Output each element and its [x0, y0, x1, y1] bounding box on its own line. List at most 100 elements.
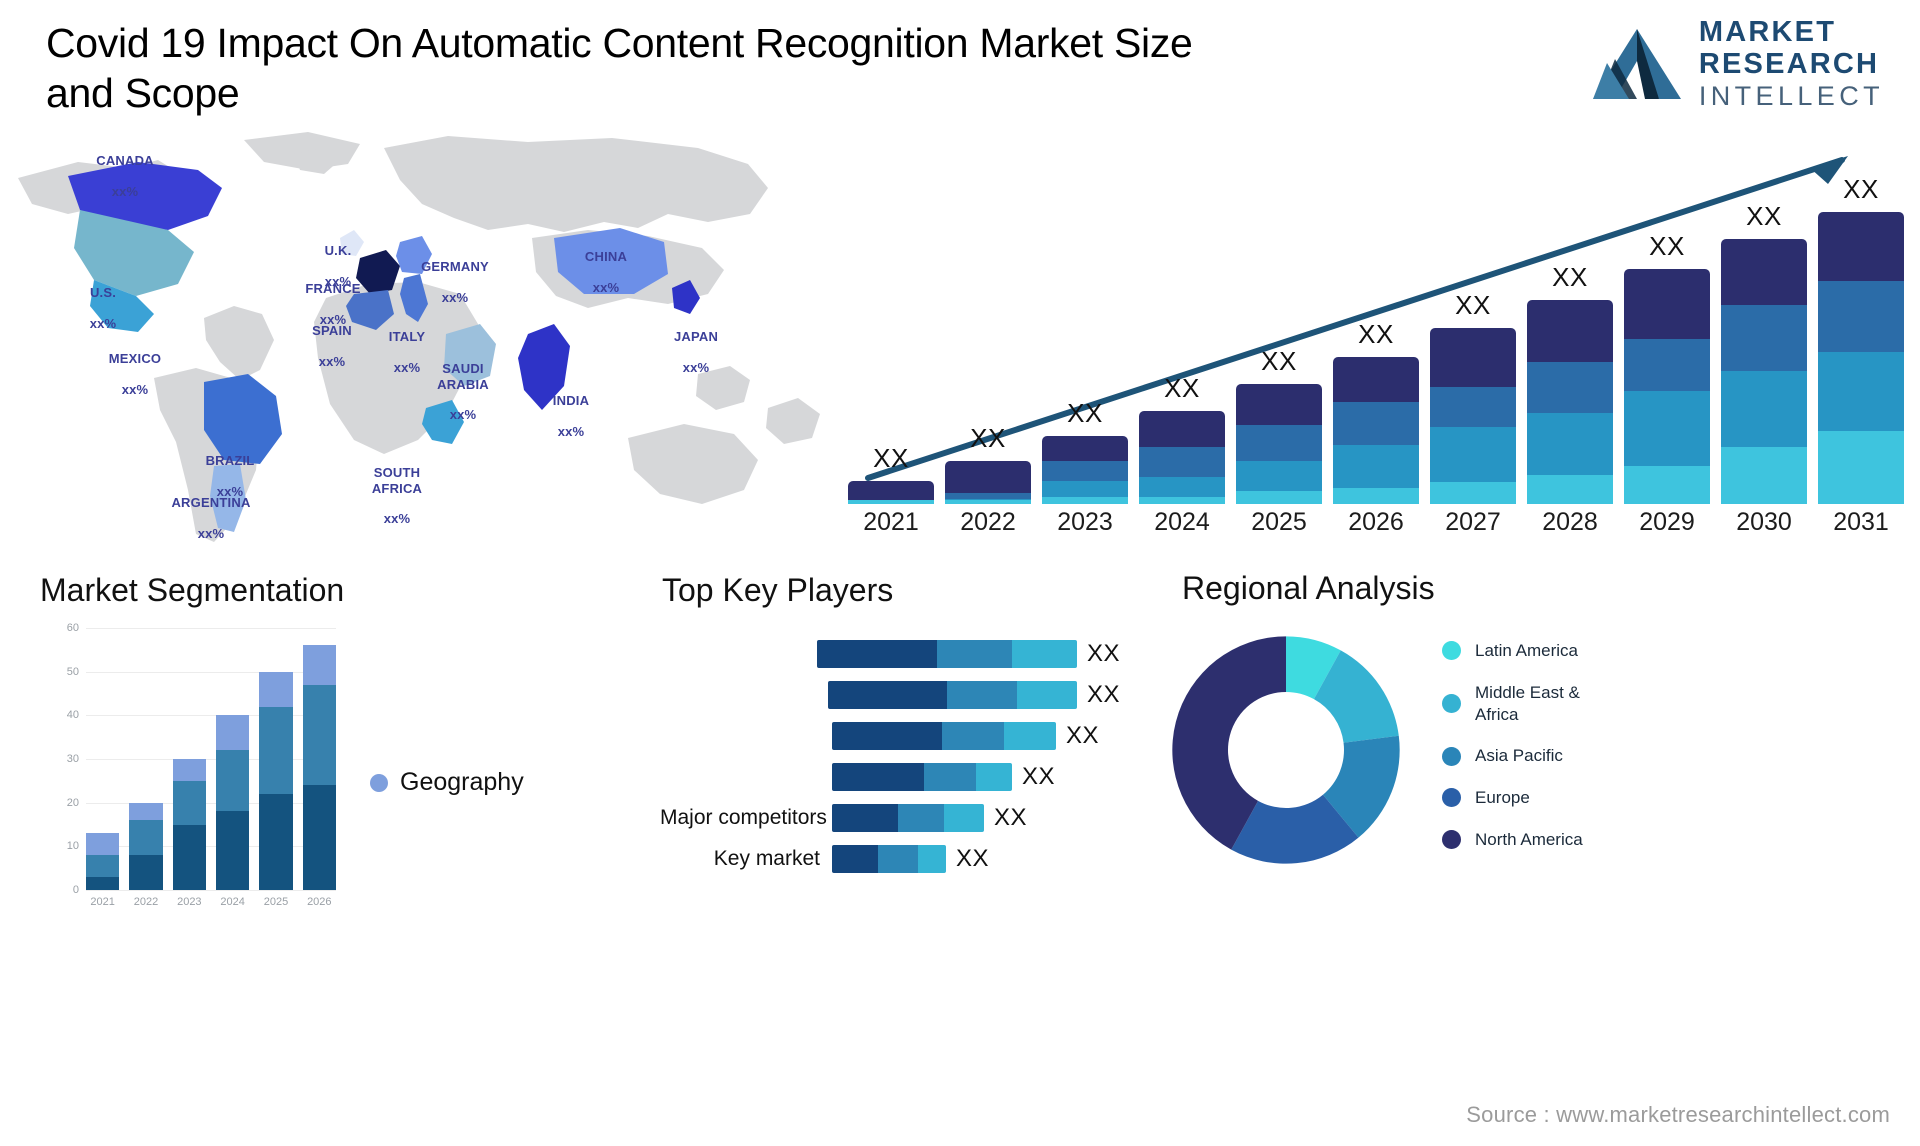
regional-legend-item: Asia Pacific — [1442, 745, 1742, 767]
key-player-bar-segment — [946, 681, 1017, 709]
map-label-value: xx% — [383, 511, 411, 527]
key-player-bar-segment — [918, 845, 946, 873]
key-player-value-label: XX — [1086, 640, 1120, 667]
forecast-bar-stack — [1139, 410, 1225, 504]
key-player-bar-segment — [937, 640, 1012, 668]
forecast-bar-segment — [1236, 383, 1322, 426]
forecast-bar-stack — [848, 480, 934, 504]
forecast-bar-stack — [945, 460, 1031, 504]
forecast-bar-segment — [1042, 496, 1128, 504]
forecast-bar-segment — [1430, 482, 1516, 504]
forecast-bar-value-label: XX — [1455, 290, 1491, 321]
map-label-value: xx% — [682, 359, 710, 375]
key-player-bar-segment — [832, 763, 924, 791]
brand-logo: MARKET RESEARCH INTELLECT — [1589, 18, 1884, 110]
forecast-bar-value-label: XX — [1261, 345, 1297, 376]
forecast-bar-segment — [1139, 410, 1225, 447]
segmentation-y-tick: 30 — [66, 753, 79, 765]
segmentation-bar-column — [129, 628, 163, 890]
key-player-value-label: XX — [1022, 763, 1056, 790]
forecast-bar-column: XX — [1139, 174, 1225, 504]
segmentation-bar-segment — [86, 876, 120, 890]
forecast-bar-chart: XX XX XX XX XX XX XX XX XX XX XX 2021 2022 2023 2024 2… — [830, 130, 1910, 550]
segmentation-bar-column — [302, 628, 336, 890]
segmentation-bar-segment — [215, 715, 250, 751]
regional-analysis-chart: Latin America Middle East & Africa Asia Pa… — [1150, 620, 1910, 940]
regional-legend-label: North America — [1475, 829, 1583, 849]
forecast-year-label: 2027 — [1445, 508, 1501, 536]
forecast-bar-segment — [1042, 460, 1128, 481]
legend-label-geography: Geography — [400, 768, 524, 796]
forecast-bar-column: XX — [1236, 174, 1322, 504]
map-label-value: xx% — [89, 315, 117, 331]
segmentation-bar-segment — [129, 802, 163, 821]
key-player-bar — [832, 845, 946, 873]
segmentation-bar-segment — [302, 684, 336, 786]
map-label-value: xx% — [449, 407, 477, 423]
forecast-bar-value-label: XX — [1067, 397, 1103, 428]
regional-analysis-title: Regional Analysis — [1182, 570, 1435, 606]
segmentation-bar-segment — [259, 706, 293, 794]
regional-legend-item: Middle East & Africa — [1442, 682, 1742, 726]
segmentation-bar-column — [259, 628, 293, 890]
forecast-year-label: 2029 — [1639, 508, 1695, 536]
map-label-germany: GERMANY xx% — [406, 244, 504, 305]
map-label-name: GERMANY — [421, 259, 489, 275]
forecast-bar-segment — [1721, 238, 1807, 305]
segmentation-bar-segment — [215, 811, 250, 890]
forecast-bar-segment — [1236, 425, 1322, 461]
map-label-name: CANADA — [96, 153, 154, 169]
segmentation-bar-segment — [302, 785, 336, 890]
key-player-label: Key market — [713, 847, 820, 870]
segmentation-y-tick: 60 — [66, 622, 79, 634]
map-label-name: ITALY — [388, 329, 426, 345]
forecast-bar-segment — [1818, 431, 1904, 504]
forecast-bar-segment — [945, 500, 1031, 504]
forecast-bar-segment — [1818, 212, 1904, 282]
forecast-year-label: 2024 — [1154, 508, 1210, 536]
segmentation-y-tick: 0 — [72, 884, 79, 896]
forecast-bar-stack — [1624, 269, 1710, 504]
key-player-bar — [832, 804, 984, 832]
map-label-name: SOUTH AFRICA — [371, 465, 423, 496]
regional-legend-label: Latin America — [1475, 641, 1578, 660]
forecast-bar-segment — [1139, 496, 1225, 504]
regional-legend-dot — [1442, 641, 1461, 661]
segmentation-bar-column — [172, 628, 206, 890]
segmentation-bar-segment — [172, 759, 206, 781]
forecast-year-label: 2023 — [1057, 508, 1113, 536]
segmentation-gridline: 0 — [73, 884, 336, 896]
segmentation-y-tick: 40 — [66, 709, 79, 722]
map-label-japan: JAPAN xx% — [660, 314, 732, 375]
top-key-players-title: Top Key Players — [662, 572, 894, 608]
forecast-year-label: 2025 — [1251, 508, 1307, 536]
forecast-bar-column: XX — [1042, 174, 1128, 504]
infographic-page: Covid 19 Impact On Automatic Content Rec… — [0, 0, 1920, 1146]
segmentation-y-tick: 20 — [66, 796, 79, 809]
key-player-bar — [832, 763, 1012, 791]
key-player-bar-segment — [924, 763, 976, 791]
map-label-value: xx% — [441, 289, 469, 305]
key-player-row: XX — [660, 761, 1120, 793]
map-label-name: MEXICO — [108, 351, 162, 367]
forecast-bar-column: XX — [848, 174, 934, 504]
map-label-south-africa: SOUTH AFRICA xx% — [356, 450, 438, 527]
key-player-row: XX — [660, 720, 1120, 752]
source-text: Source : www.marketresearchintellect.com — [1466, 1102, 1890, 1127]
key-player-bar-segment — [878, 845, 918, 873]
segmentation-x-label: 2026 — [307, 896, 332, 908]
logo-line-1: MARKET — [1698, 16, 1837, 48]
key-player-value-label: XX — [1086, 681, 1120, 708]
top-key-players-chart: XX XX XX XX Major competitors XX Key market XX — [660, 620, 1120, 920]
key-player-row: Key market XX — [660, 843, 1120, 875]
key-player-bar-segment — [1004, 722, 1056, 750]
map-label-value: xx% — [592, 279, 620, 295]
forecast-bar-segment — [1624, 466, 1710, 504]
page-title: Covid 19 Impact On Automatic Content Rec… — [46, 20, 1193, 117]
forecast-bar-segment — [1527, 362, 1613, 413]
segmentation-bar-segment — [215, 750, 250, 812]
key-player-bar-segment — [827, 681, 947, 709]
forecast-bar-column: XX — [1527, 174, 1613, 504]
map-label-value: xx% — [318, 353, 346, 369]
forecast-bar-stack — [1236, 383, 1322, 504]
